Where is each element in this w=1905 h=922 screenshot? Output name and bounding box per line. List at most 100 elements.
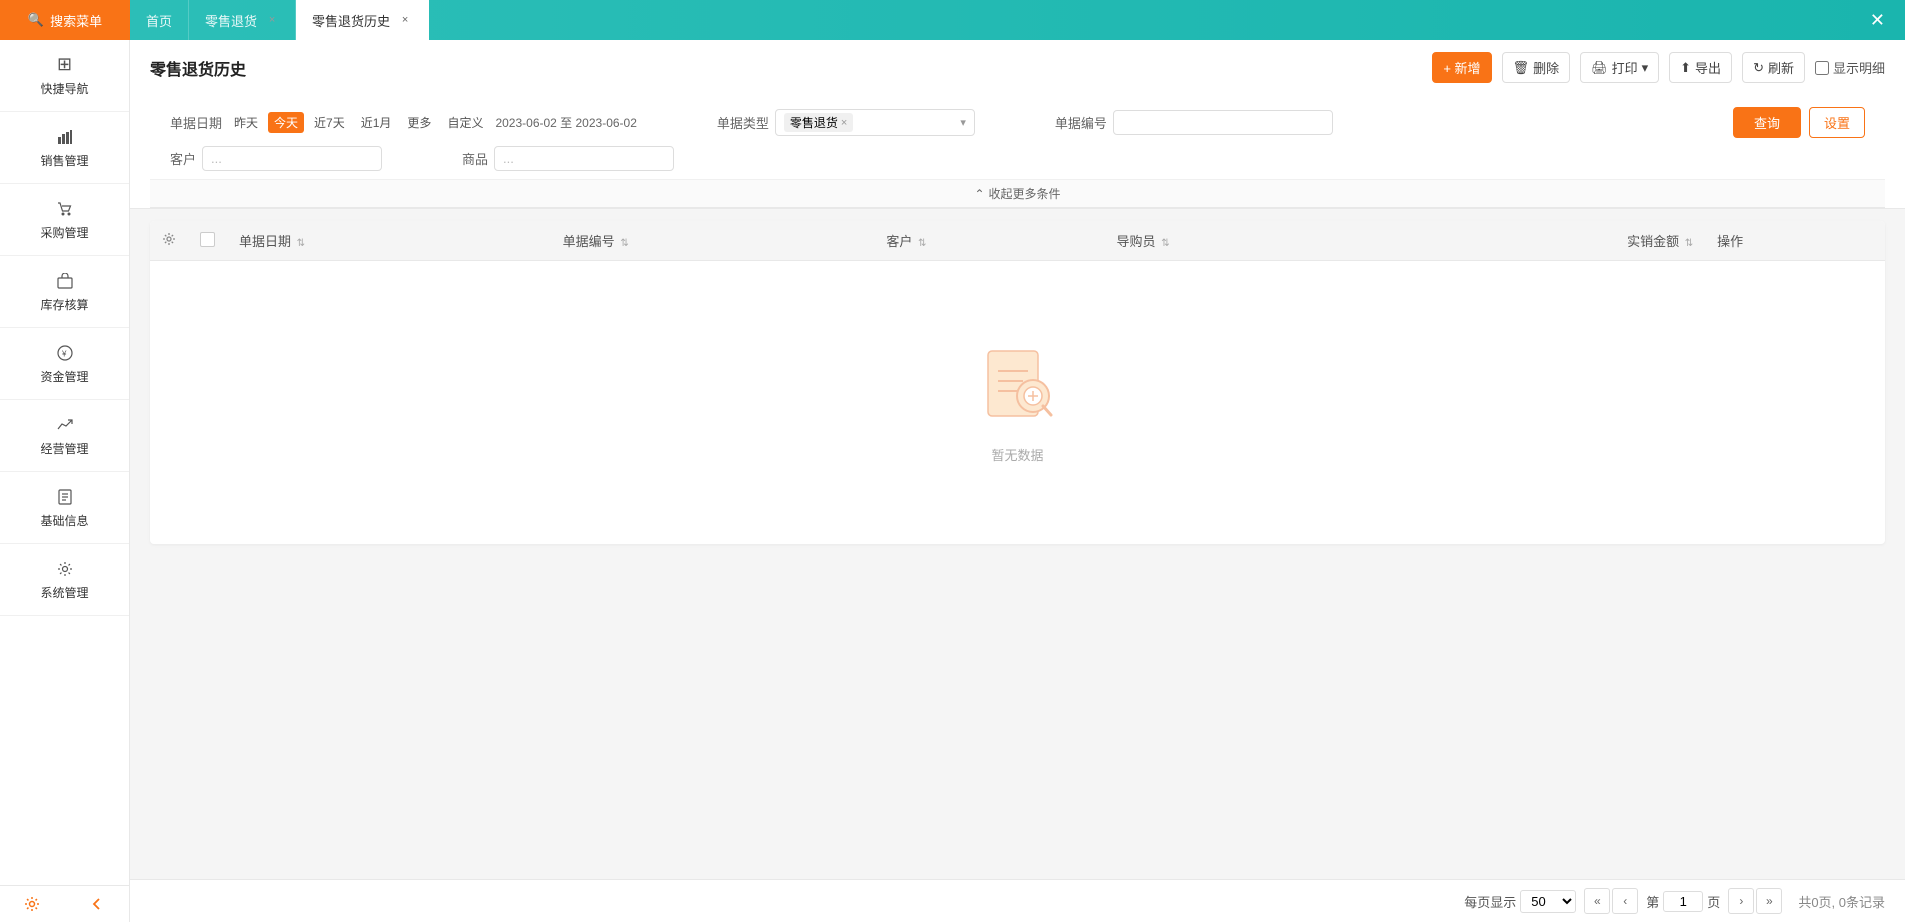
empty-state: 暂无数据: [150, 261, 1885, 544]
sidebar-item-quick-nav-label: 快捷导航: [40, 80, 88, 97]
sidebar-item-purchase-label: 采购管理: [40, 224, 88, 241]
th-date-sort-icon: ⇅: [297, 238, 305, 249]
sidebar-item-sales-mgmt[interactable]: 销售管理: [0, 112, 129, 184]
tab-retail-return-history-label: 零售退货历史: [312, 11, 390, 30]
th-number[interactable]: 单据编号 ⇅: [551, 221, 875, 261]
query-settings-wrap: 查询 设置: [1733, 107, 1865, 138]
collapse-arrow-icon: ⌃: [974, 187, 984, 201]
tab-retail-return-history-close[interactable]: ×: [398, 13, 412, 27]
th-customer[interactable]: 客户 ⇅: [874, 221, 1104, 261]
inventory-icon: [57, 270, 73, 291]
voucher-type-arrow-icon: ▾: [960, 116, 966, 129]
total-label: 共0页, 0条记录: [1798, 892, 1885, 911]
print-btn[interactable]: 🖨 打印 ▾: [1580, 52, 1659, 83]
refresh-btn[interactable]: ↻ 刷新: [1742, 52, 1805, 83]
voucher-type-tag-close[interactable]: ×: [841, 117, 847, 129]
select-all-checkbox[interactable]: [200, 232, 215, 247]
date-btn-7days[interactable]: 近7天: [308, 112, 351, 133]
page-nav-btns: « ‹: [1584, 888, 1638, 914]
table-body: 暂无数据: [150, 261, 1885, 545]
page-label: 第: [1646, 892, 1659, 911]
export-icon: ⬆: [1680, 60, 1691, 76]
customer-label: 客户: [170, 149, 196, 168]
first-page-btn[interactable]: «: [1584, 888, 1610, 914]
show-detail-wrap: 显示明细: [1815, 58, 1885, 77]
delete-btn[interactable]: 🗑 删除: [1502, 52, 1571, 83]
date-btn-custom[interactable]: 自定义: [441, 112, 489, 133]
sidebar-settings-btn[interactable]: [0, 886, 65, 922]
th-guide[interactable]: 导购员 ⇅: [1105, 221, 1382, 261]
empty-illustration: [973, 341, 1063, 431]
page-size-select[interactable]: 50 10 20 100: [1520, 890, 1576, 913]
empty-text: 暂无数据: [991, 445, 1043, 464]
voucher-type-select[interactable]: 零售退货 × ▾: [775, 109, 975, 136]
new-btn[interactable]: + 新增: [1432, 52, 1491, 83]
search-menu-btn[interactable]: 🔍 搜索菜单: [0, 0, 130, 40]
tab-home[interactable]: 首页: [130, 0, 189, 40]
date-btn-more[interactable]: 更多: [401, 112, 437, 133]
page-number-input[interactable]: [1663, 891, 1703, 912]
export-btn[interactable]: ⬆ 导出: [1669, 52, 1732, 83]
tab-list: 首页 零售退货 × 零售退货历史 ×: [130, 0, 1862, 40]
window-close-btn[interactable]: ✕: [1862, 6, 1893, 35]
th-action: 操作: [1705, 221, 1885, 261]
goods-label: 商品: [462, 149, 488, 168]
purchase-mgmt-icon: [57, 198, 73, 219]
sidebar-item-inventory[interactable]: 库存核算: [0, 256, 129, 328]
th-amount[interactable]: 实销金额 ⇅: [1381, 221, 1705, 261]
sidebar-collapse-btn[interactable]: [65, 886, 130, 922]
print-icon: 🖨: [1591, 60, 1608, 76]
goods-filter-group: 商品 ...: [462, 146, 674, 171]
th-action-label: 操作: [1717, 234, 1743, 249]
voucher-number-input[interactable]: [1113, 110, 1333, 135]
date-filter-btns: 昨天 今天 近7天 近1月 更多 自定义: [228, 112, 489, 133]
tab-retail-return-close[interactable]: ×: [265, 13, 279, 27]
top-bar-right: ✕: [1862, 6, 1905, 35]
voucher-type-label: 单据类型: [717, 113, 769, 132]
sidebar-item-operations[interactable]: 经营管理: [0, 400, 129, 472]
refresh-icon: ↻: [1753, 60, 1764, 76]
quick-nav-icon: ⊞: [57, 54, 72, 75]
sidebar-item-quick-nav[interactable]: ⊞ 快捷导航: [0, 40, 129, 112]
filter-area: 单据日期 昨天 今天 近7天 近1月 更多 自定义 2023-06-02 至 2…: [150, 97, 1885, 208]
date-btn-yesterday[interactable]: 昨天: [228, 112, 264, 133]
page-actions: + 新增 🗑 删除 🖨 打印 ▾ ⬆ 导出 ↻: [1432, 52, 1885, 83]
th-guide-label: 导购员: [1117, 234, 1156, 249]
th-checkbox[interactable]: [188, 221, 227, 261]
tab-retail-return-label: 零售退货: [205, 11, 257, 30]
tab-retail-return[interactable]: 零售退货 ×: [189, 0, 296, 40]
sidebar-item-system-mgmt[interactable]: 系统管理: [0, 544, 129, 616]
th-settings[interactable]: [150, 221, 188, 261]
sales-mgmt-icon: [57, 126, 73, 147]
th-number-label: 单据编号: [563, 234, 615, 249]
delete-icon: 🗑: [1513, 60, 1530, 76]
sidebar-item-sales-label: 销售管理: [40, 152, 88, 169]
system-mgmt-icon: [57, 558, 73, 579]
page-input-wrap: 第 页: [1646, 891, 1720, 912]
tab-retail-return-history[interactable]: 零售退货历史 ×: [296, 0, 429, 40]
sidebar-item-purchase-mgmt[interactable]: 采购管理: [0, 184, 129, 256]
sidebar-item-basic-info[interactable]: 基础信息: [0, 472, 129, 544]
prev-page-btn[interactable]: ‹: [1612, 888, 1638, 914]
settings-btn[interactable]: 设置: [1809, 107, 1865, 138]
svg-text:¥: ¥: [61, 350, 67, 359]
date-btn-today[interactable]: 今天: [268, 112, 304, 133]
sidebar-item-finance[interactable]: ¥ 资金管理: [0, 328, 129, 400]
sidebar-item-basic-info-label: 基础信息: [40, 512, 88, 529]
date-btn-1month[interactable]: 近1月: [355, 112, 398, 133]
goods-input[interactable]: ...: [494, 146, 674, 171]
th-date-label: 单据日期: [239, 234, 291, 249]
voucher-type-tag: 零售退货 ×: [784, 113, 853, 132]
last-page-btn[interactable]: »: [1756, 888, 1782, 914]
show-detail-checkbox[interactable]: [1815, 61, 1829, 75]
voucher-type-tag-label: 零售退货: [790, 114, 838, 131]
query-btn[interactable]: 查询: [1733, 107, 1801, 138]
next-page-btn[interactable]: ›: [1728, 888, 1754, 914]
customer-filter-group: 客户 ...: [170, 146, 382, 171]
search-menu-label: 搜索菜单: [50, 11, 102, 30]
th-date[interactable]: 单据日期 ⇅: [227, 221, 551, 261]
customer-input[interactable]: ...: [202, 146, 382, 171]
collapse-label: 收起更多条件: [989, 185, 1061, 202]
sidebar-bottom: [0, 885, 129, 922]
collapse-more-btn[interactable]: ⌃ 收起更多条件: [150, 179, 1885, 207]
